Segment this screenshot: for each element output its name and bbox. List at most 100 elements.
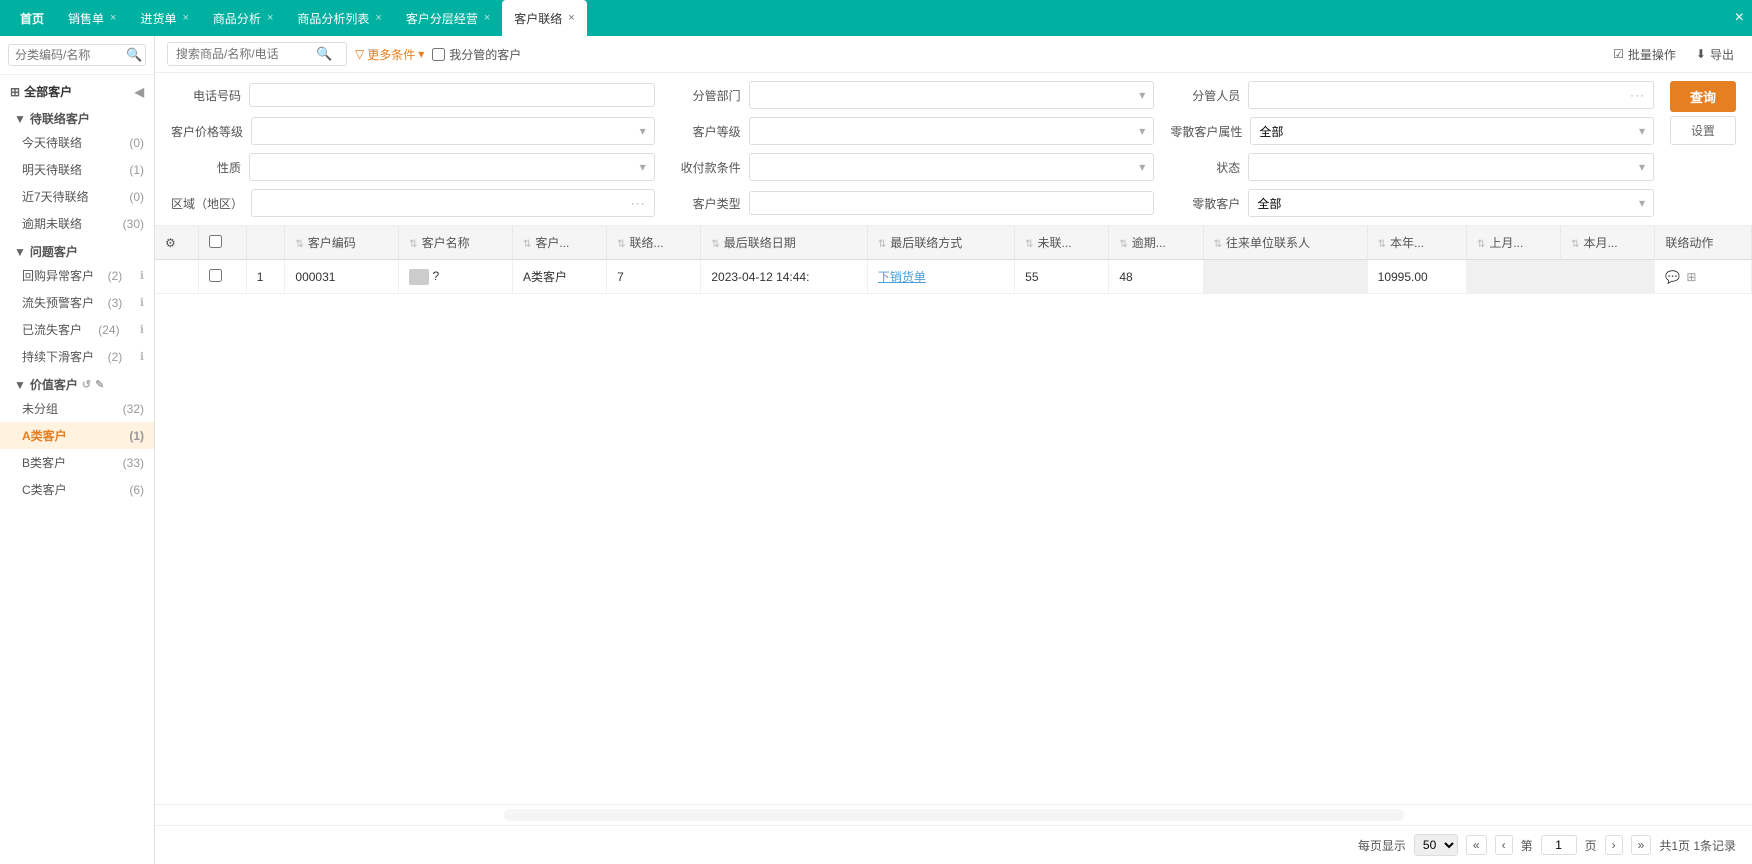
edit-icon[interactable]: ✎ <box>95 378 104 391</box>
sidebar-item-7days[interactable]: 近7天待联络 (0) <box>0 183 154 210</box>
sidebar-item-repurchase-abnormal[interactable]: 回购异常客户 (2) ℹ <box>0 262 154 289</box>
action-icons: 💬 ⊞ <box>1665 270 1741 284</box>
col-unit-contact[interactable]: 往来单位联系人 <box>1203 226 1367 260</box>
scroll-thumb <box>504 809 1404 821</box>
horizontal-scrollbar[interactable] <box>155 804 1752 825</box>
batch-op-button[interactable]: ☑ 批量操作 <box>1607 44 1682 65</box>
payment-select[interactable]: ▾ <box>749 153 1155 181</box>
first-page-button[interactable]: « <box>1466 835 1487 855</box>
query-button[interactable]: 查询 <box>1670 81 1736 112</box>
table-header-row: ⚙ 客户编码 客户名称 客户... 联络... 最后联络日期 最后联络方式 未联… <box>155 226 1752 260</box>
sidebar-item-class-b[interactable]: B类客户 (33) <box>0 449 154 476</box>
retail-attr-select[interactable]: 全部 ▾ <box>1250 117 1654 145</box>
col-no-contact[interactable]: 未联... <box>1015 226 1109 260</box>
status-select[interactable]: ▾ <box>1248 153 1654 181</box>
nature-select[interactable]: ▾ <box>249 153 655 181</box>
dept-select[interactable]: ▾ <box>749 81 1155 109</box>
col-this-year[interactable]: 本年... <box>1367 226 1466 260</box>
close-customer-contact-tab[interactable]: × <box>568 12 574 24</box>
page-size-select[interactable]: 50 <box>1414 834 1458 856</box>
sidebar-item-churn-warning[interactable]: 流失预警客户 (3) ℹ <box>0 289 154 316</box>
col-index <box>246 226 285 260</box>
close-goods-list-tab[interactable]: × <box>375 12 381 24</box>
sidebar-group-problem[interactable]: ▼ 问题客户 <box>0 237 154 262</box>
col-code[interactable]: 客户编码 <box>285 226 399 260</box>
arrow-down-icon: ▼ <box>14 112 26 126</box>
settings-button[interactable]: 设置 <box>1670 116 1736 145</box>
sidebar-item-declining[interactable]: 持续下滑客户 (2) ℹ <box>0 343 154 370</box>
cell-action: 💬 ⊞ <box>1655 260 1752 294</box>
info-icon2: ℹ <box>140 296 144 309</box>
last-page-button[interactable]: » <box>1631 835 1652 855</box>
tab-sales[interactable]: 销售单 × <box>56 0 128 36</box>
person-select[interactable]: ··· <box>1248 81 1654 109</box>
col-last-method[interactable]: 最后联络方式 <box>867 226 1014 260</box>
retail-customer-select[interactable]: 全部 ▾ <box>1248 189 1654 217</box>
grid-icon2[interactable]: ⊞ <box>1686 270 1696 284</box>
info-icon3: ℹ <box>140 323 144 336</box>
row-checkbox[interactable] <box>209 269 222 282</box>
sidebar-group-pending[interactable]: ▼ 待联络客户 <box>0 104 154 129</box>
grid-icon: ⊞ <box>10 85 20 99</box>
caret-icon2: ▾ <box>640 124 646 138</box>
select-all-checkbox[interactable] <box>209 235 222 248</box>
sidebar-all-customers[interactable]: ⊞ 全部客户 ◀ <box>0 75 154 104</box>
close-sales-tab[interactable]: × <box>110 12 116 24</box>
collapse-icon[interactable]: ◀ <box>135 85 144 99</box>
close-all-button[interactable]: × <box>1735 9 1744 27</box>
region-select[interactable]: ··· <box>251 189 655 217</box>
sidebar-group-value[interactable]: ▼ 价值客户 ↺ ✎ <box>0 370 154 395</box>
next-page-button[interactable]: › <box>1605 835 1623 855</box>
content-area: 🔍 ▽ 更多条件 ▾ 我分管的客户 ☑ 批量操作 ⬇ 导出 <box>155 36 1752 864</box>
sidebar-item-class-a[interactable]: A类客户 (1) <box>0 422 154 449</box>
col-this-month[interactable]: 本月... <box>1561 226 1655 260</box>
close-goods-analysis-tab[interactable]: × <box>267 12 273 24</box>
sidebar-item-churned[interactable]: 已流失客户 (24) ℹ <box>0 316 154 343</box>
tab-customer-layer[interactable]: 客户分层经营 × <box>394 0 502 36</box>
prev-page-button[interactable]: ‹ <box>1495 835 1513 855</box>
col-overdue[interactable]: 逾期... <box>1109 226 1203 260</box>
tab-goods-analysis[interactable]: 商品分析 × <box>201 0 285 36</box>
dots-icon2: ··· <box>631 196 646 210</box>
col-last-date[interactable]: 最后联络日期 <box>701 226 867 260</box>
sidebar-item-today[interactable]: 今天待联络 (0) <box>0 129 154 156</box>
customer-type-input[interactable] <box>749 191 1155 215</box>
caret-icon: ▾ <box>1139 88 1145 102</box>
price-level-select[interactable]: ▾ <box>251 117 655 145</box>
col-last-month[interactable]: 上月... <box>1466 226 1560 260</box>
tab-home[interactable]: 首页 <box>8 0 56 36</box>
col-type[interactable]: 客户... <box>512 226 606 260</box>
col-contact[interactable]: 联络... <box>607 226 701 260</box>
customer-level-select[interactable]: ▾ <box>749 117 1155 145</box>
chat-icon[interactable]: 💬 <box>1665 270 1680 284</box>
filter-search-input[interactable] <box>176 47 316 61</box>
tab-customer-contact[interactable]: 客户联络 × <box>502 0 586 36</box>
tab-purchase[interactable]: 进货单 × <box>128 0 200 36</box>
close-customer-layer-tab[interactable]: × <box>484 12 490 24</box>
filter-more-button[interactable]: ▽ 更多条件 ▾ <box>355 46 424 63</box>
advanced-filters: 电话号码 分管部门 ▾ 分管人员 <box>155 73 1752 226</box>
sidebar-item-ungrouped[interactable]: 未分组 (32) <box>0 395 154 422</box>
table-row: 1 000031 ? A类客户 7 2023-04-12 14:44: 下销货单… <box>155 260 1752 294</box>
my-customers-checkbox[interactable] <box>432 48 445 61</box>
filter-customer-type: 客户类型 <box>671 191 1155 215</box>
tab-goods-list[interactable]: 商品分析列表 × <box>285 0 393 36</box>
filter-row-2: 客户价格等级 ▾ 客户等级 ▾ <box>171 117 1654 145</box>
page-number-input[interactable] <box>1541 835 1577 855</box>
refresh-icon[interactable]: ↺ <box>82 378 91 391</box>
my-customers-checkbox-container: 我分管的客户 <box>432 46 521 63</box>
sidebar-item-class-c[interactable]: C类客户 (6) <box>0 476 154 503</box>
sidebar-item-overdue[interactable]: 逾期未联络 (30) <box>0 210 154 237</box>
close-purchase-tab[interactable]: × <box>182 12 188 24</box>
cell-this-month <box>1561 260 1655 294</box>
cell-type: A类客户 <box>512 260 606 294</box>
export-button[interactable]: ⬇ 导出 <box>1690 44 1740 65</box>
filter-retail-customer: 零散客户 全部 ▾ <box>1170 189 1654 217</box>
last-method-link[interactable]: 下销货单 <box>878 270 926 284</box>
col-settings[interactable]: ⚙ <box>155 226 199 260</box>
toolbar-right: ☑ 批量操作 ⬇ 导出 <box>1607 44 1740 65</box>
sidebar-item-tomorrow[interactable]: 明天待联络 (1) <box>0 156 154 183</box>
filter-person: 分管人员 ··· <box>1170 81 1654 109</box>
phone-input[interactable] <box>249 83 655 107</box>
col-name[interactable]: 客户名称 <box>399 226 513 260</box>
